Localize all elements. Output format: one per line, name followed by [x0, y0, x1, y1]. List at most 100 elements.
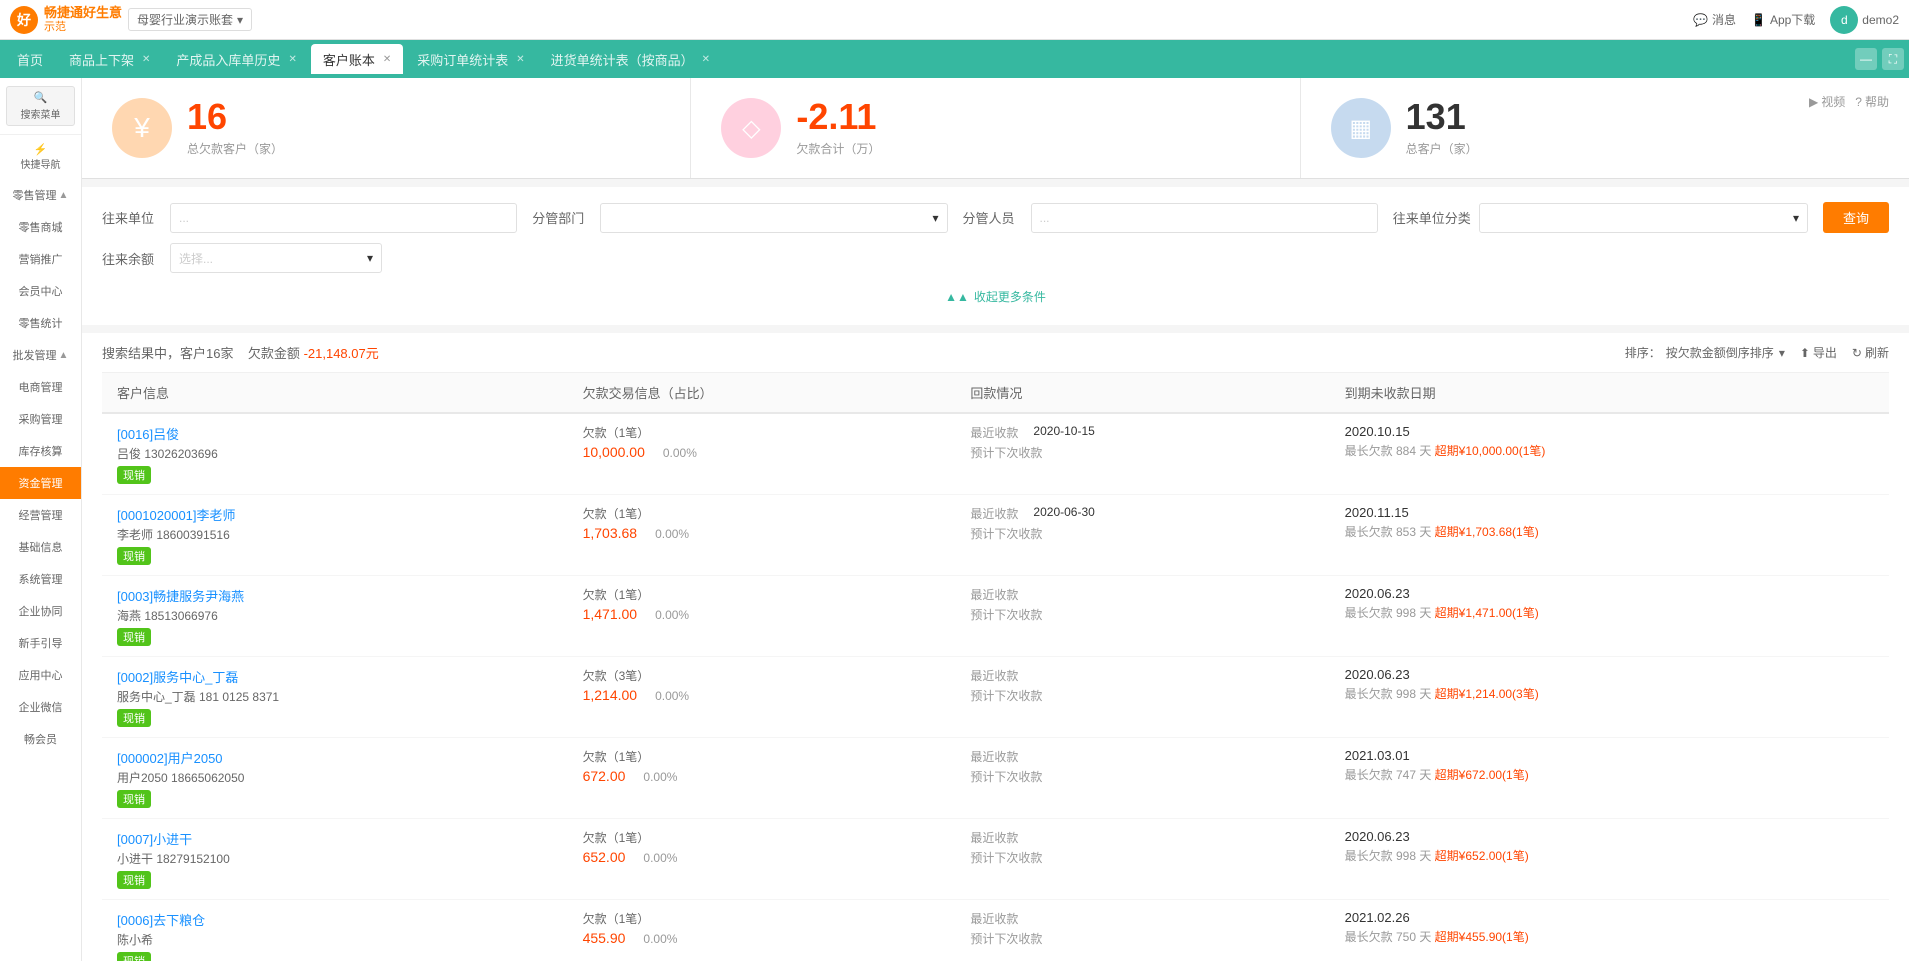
- filter-dept-select[interactable]: [600, 203, 947, 233]
- sidebar-item-purchase[interactable]: 采购管理: [0, 403, 81, 435]
- table-row: [0002]服务中心_丁磊 服务中心_丁磊 181 0125 8371 现销 欠…: [102, 657, 1889, 738]
- due-date: 2021.02.26: [1345, 910, 1874, 925]
- sidebar-item-inventory[interactable]: 库存核算: [0, 435, 81, 467]
- filter-balance-arrow: [367, 251, 373, 265]
- sidebar-item-member[interactable]: 会员中心: [0, 275, 81, 307]
- message-btn[interactable]: 💬 消息: [1693, 11, 1736, 28]
- tab-home[interactable]: 首页: [5, 44, 55, 74]
- tab-stock[interactable]: 进货单统计表（按商品） ✕: [539, 44, 722, 74]
- sidebar-item-system[interactable]: 系统管理: [0, 563, 81, 595]
- recent-date: 2020-06-30: [1033, 505, 1094, 522]
- tab-stock-close[interactable]: ✕: [702, 54, 710, 65]
- debt-amount[interactable]: 672.00: [583, 768, 626, 784]
- tab-customer-close[interactable]: ✕: [383, 54, 391, 65]
- overdue-link[interactable]: 超期¥672.00(1笔): [1435, 768, 1529, 782]
- customer-code-link[interactable]: [0003]畅捷服务尹海燕: [117, 589, 244, 604]
- sidebar-item-enterprise[interactable]: 企业协同: [0, 595, 81, 627]
- debt-amount[interactable]: 1,471.00: [583, 606, 638, 622]
- search-button[interactable]: 查询: [1823, 202, 1889, 233]
- debt-amount[interactable]: 652.00: [583, 849, 626, 865]
- export-btn[interactable]: ⬆ 导出: [1800, 344, 1837, 361]
- overdue-link[interactable]: 超期¥10,000.00(1笔): [1435, 444, 1546, 458]
- tab-customer-label: 客户账本: [323, 50, 375, 69]
- tab-purchase-close[interactable]: ✕: [516, 54, 524, 65]
- filter-category-select[interactable]: [1479, 203, 1808, 233]
- tab-customer[interactable]: 客户账本 ✕: [311, 44, 403, 74]
- filter-balance-select[interactable]: 选择...: [170, 243, 382, 273]
- sidebar-item-finance[interactable]: 资金管理: [0, 467, 81, 499]
- customer-contact: 服务中心_丁磊 181 0125 8371: [117, 688, 553, 705]
- customer-code-link[interactable]: [0006]去下粮仓: [117, 913, 205, 928]
- tab-goods-close[interactable]: ✕: [142, 54, 150, 65]
- customer-code-link[interactable]: [0002]服务中心_丁磊: [117, 670, 238, 685]
- overdue-link[interactable]: 超期¥455.90(1笔): [1435, 930, 1529, 944]
- video-btn[interactable]: ▶ 视频: [1809, 93, 1845, 110]
- sidebar-item-retail-mgmt[interactable]: 零售管理 ▲: [0, 179, 81, 211]
- debt-amount[interactable]: 1,214.00: [583, 687, 638, 703]
- overdue-link[interactable]: 超期¥1,214.00(3笔): [1435, 687, 1539, 701]
- overdue-days: 最长欠款 998 天 超期¥1,214.00(3笔): [1345, 685, 1874, 702]
- wholesale-mgmt-arrow: ▲: [59, 350, 69, 361]
- sidebar-item-wechat[interactable]: 企业微信: [0, 691, 81, 723]
- sidebar-item-basic-info[interactable]: 基础信息: [0, 531, 81, 563]
- customer-tag: 现销: [117, 871, 151, 889]
- filter-unit-input[interactable]: ...: [170, 203, 517, 233]
- tab-goods-label: 商品上下架: [69, 50, 134, 69]
- overdue-link[interactable]: 超期¥1,471.00(1笔): [1435, 606, 1539, 620]
- customer-contact: 小进干 18279152100: [117, 850, 553, 867]
- customer-contact: 陈小希: [117, 931, 553, 948]
- help-btn[interactable]: ? 帮助: [1855, 93, 1889, 110]
- sidebar-item-member-vip[interactable]: 畅会员: [0, 723, 81, 755]
- store-name: 母婴行业演示账套: [137, 11, 233, 28]
- cell-repayment-0: 最近收款 2020-10-15 预计下次收款: [955, 413, 1329, 495]
- sidebar-item-retail-stats[interactable]: 零售统计: [0, 307, 81, 339]
- app-download-btn[interactable]: 📱 App下载: [1751, 11, 1815, 28]
- tab-purchase[interactable]: 采购订单统计表 ✕: [405, 44, 536, 74]
- stat-info-debt-customers: 16 总欠款客户（家）: [187, 99, 283, 157]
- sidebar-item-marketing[interactable]: 营销推广: [0, 243, 81, 275]
- nav-maximize-btn[interactable]: ⛶: [1882, 48, 1904, 70]
- sidebar-item-operation[interactable]: 经营管理: [0, 499, 81, 531]
- tab-production-close[interactable]: ✕: [288, 54, 296, 65]
- tab-goods[interactable]: 商品上下架 ✕: [57, 44, 162, 74]
- due-date: 2020.06.23: [1345, 829, 1874, 844]
- customer-contact: 李老师 18600391516: [117, 526, 553, 543]
- sidebar-item-quick-nav[interactable]: ⚡ 快捷导航: [0, 135, 81, 179]
- sidebar-item-retail-mall[interactable]: 零售商城: [0, 211, 81, 243]
- collapse-btn[interactable]: ▲▲ 收起更多条件: [102, 283, 1889, 310]
- nav-minimize-btn[interactable]: —: [1855, 48, 1877, 70]
- customer-code-link[interactable]: [0007]小进干: [117, 832, 192, 847]
- cell-debt-info-0: 欠款（1笔） 10,000.00 0.00%: [568, 413, 956, 495]
- sort-selector[interactable]: 排序： 按欠款金额倒序排序: [1625, 344, 1785, 361]
- refresh-btn[interactable]: ↻ 刷新: [1852, 344, 1889, 361]
- stat-info-total-customers: 131 总客户（家）: [1406, 99, 1478, 157]
- customer-code-link[interactable]: [0016]吕俊: [117, 427, 179, 442]
- store-selector[interactable]: 母婴行业演示账套 ▾: [128, 8, 252, 31]
- tab-home-label: 首页: [17, 50, 43, 69]
- sidebar-item-wholesale-mgmt[interactable]: 批发管理 ▲: [0, 339, 81, 371]
- debt-amount[interactable]: 10,000.00: [583, 444, 645, 460]
- tab-production[interactable]: 产成品入库单历史 ✕: [164, 44, 308, 74]
- debt-amount[interactable]: 455.90: [583, 930, 626, 946]
- col-repayment: 回款情况: [955, 373, 1329, 413]
- debt-label: 欠款（1笔）: [583, 424, 941, 441]
- cell-customer-info-1: [0001020001]李老师 李老师 18600391516 现销: [102, 495, 568, 576]
- sidebar-item-guide[interactable]: 新手引导: [0, 627, 81, 659]
- overdue-link[interactable]: 超期¥652.00(1笔): [1435, 849, 1529, 863]
- cell-customer-info-6: [0006]去下粮仓 陈小希 现销: [102, 900, 568, 961]
- sidebar-search-btn[interactable]: 🔍 搜索菜单: [6, 86, 75, 126]
- filter-person-input[interactable]: ...: [1031, 203, 1378, 233]
- sidebar-item-app-center[interactable]: 应用中心: [0, 659, 81, 691]
- debt-percent: 0.00%: [655, 527, 689, 541]
- sidebar-item-ecommerce[interactable]: 电商管理: [0, 371, 81, 403]
- filter-person-dots: ...: [1040, 211, 1050, 225]
- filter-row-1: 往来单位 ... 分管部门 分管人员: [102, 202, 1889, 233]
- customer-code-link[interactable]: [0001020001]李老师: [117, 508, 236, 523]
- user-profile[interactable]: d demo2: [1830, 6, 1899, 34]
- due-date: 2020.10.15: [1345, 424, 1874, 439]
- customer-code-link[interactable]: [000002]用户2050: [117, 751, 223, 766]
- overdue-link[interactable]: 超期¥1,703.68(1笔): [1435, 525, 1539, 539]
- results-section: 搜索结果中，客户16家 欠款金额 -21,148.07元 排序： 按欠款金额倒序…: [82, 333, 1909, 961]
- results-info: 搜索结果中，客户16家 欠款金额 -21,148.07元: [102, 343, 379, 362]
- debt-amount[interactable]: 1,703.68: [583, 525, 638, 541]
